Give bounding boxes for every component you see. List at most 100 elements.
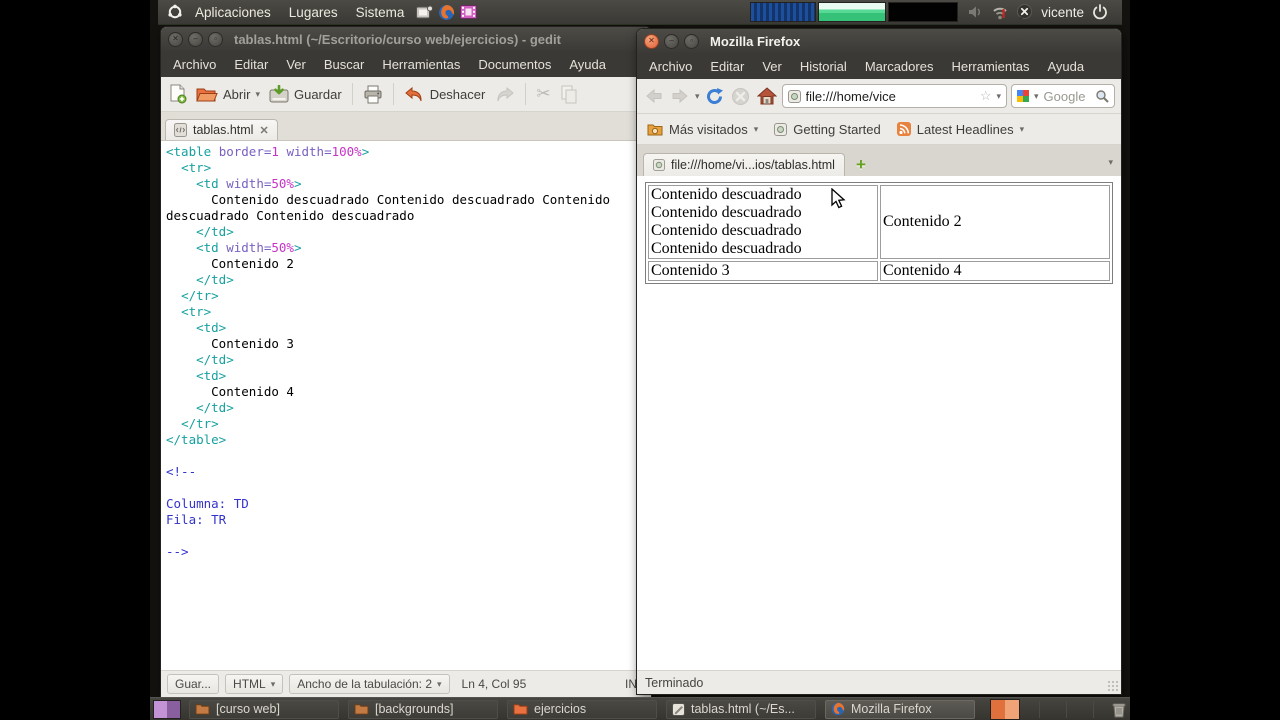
tab-close-icon[interactable]: ✕	[259, 124, 268, 137]
rss-icon	[896, 122, 911, 136]
bookmark-page-icon	[774, 122, 788, 136]
open-caret-icon[interactable]: ▾	[255, 89, 260, 100]
bookmark-getting-started[interactable]: Getting Started	[774, 122, 881, 137]
toolbar-separator	[351, 83, 353, 105]
bookmark-caret-icon: ▾	[1019, 123, 1025, 134]
bookmarks-toolbar: Más visitados ▾ Getting Started Latest H…	[637, 114, 1121, 145]
firefox-tab-label: file:///home/vi...ios/tablas.html	[671, 158, 835, 172]
gedit-titlebar[interactable]: ✕ – ▫ tablas.html (~/Escritorio/curso we…	[161, 27, 651, 51]
gedit-menu-documentos[interactable]: Documentos	[469, 54, 560, 75]
taskbar-item-backgrounds[interactable]: [backgrounds]	[348, 699, 498, 719]
gedit-tab-label: tablas.html	[193, 123, 254, 137]
menu-sistema[interactable]: Sistema	[347, 3, 414, 22]
taskbar-item-ejercicios[interactable]: ejercicios	[507, 699, 657, 719]
stop-button[interactable]	[730, 85, 752, 107]
google-logo-icon	[1017, 90, 1029, 102]
highlight-mode-selector[interactable]: HTML ▾	[225, 674, 284, 694]
taskbar-item-curso-web[interactable]: [curso web]	[189, 699, 339, 719]
document-icon	[174, 123, 187, 137]
search-placeholder[interactable]: Google	[1044, 89, 1090, 104]
gedit-doc-icon	[672, 702, 685, 716]
new-document-button[interactable]	[166, 82, 190, 106]
code-line: </tr>	[181, 416, 219, 431]
firefox-maximize-button[interactable]: ▫	[684, 33, 699, 49]
menu-lugares[interactable]: Lugares	[280, 3, 347, 22]
firefox-minimize-button[interactable]: –	[664, 33, 679, 49]
firefox-launcher-icon[interactable]	[437, 3, 455, 21]
network-signal-icon[interactable]	[991, 5, 1009, 20]
gedit-menu-editar[interactable]: Editar	[225, 54, 277, 75]
undo-icon	[404, 86, 425, 103]
cell-text: Contenido descuadrado	[651, 240, 802, 257]
back-button[interactable]	[643, 85, 665, 107]
undo-button[interactable]: Deshacer	[401, 84, 489, 105]
gedit-menu-herramientas[interactable]: Herramientas	[373, 54, 469, 75]
movie-player-icon[interactable]	[459, 3, 477, 21]
firefox-close-button[interactable]: ✕	[644, 33, 659, 49]
window-applet[interactable]	[990, 698, 1020, 720]
gedit-tab-tablas[interactable]: tablas.html ✕	[165, 119, 278, 140]
memory-monitor-applet[interactable]	[888, 2, 959, 22]
gedit-close-button[interactable]: ✕	[168, 31, 183, 47]
network-monitor-applet[interactable]	[750, 2, 817, 22]
taskbar-item-firefox[interactable]: Mozilla Firefox	[825, 699, 975, 719]
code-line: <tr>	[181, 160, 212, 175]
gedit-menu-archivo[interactable]: Archivo	[164, 54, 225, 75]
username-menu[interactable]: vicente	[1041, 5, 1084, 20]
magnifier-icon[interactable]	[1095, 89, 1109, 103]
firefox-tab-tablas[interactable]: file:///home/vi...ios/tablas.html	[643, 153, 845, 176]
ff-menu-ayuda[interactable]: Ayuda	[1038, 56, 1093, 77]
workspace-switcher[interactable]	[153, 699, 181, 719]
ff-menu-ver[interactable]: Ver	[753, 56, 791, 77]
tab-list-caret-icon[interactable]: ▾	[1108, 157, 1113, 168]
url-text[interactable]: file:///home/vice	[806, 89, 975, 104]
firefox-navbar: ▾ file:///home/vice ☆ ▾ ▾ Google	[637, 79, 1121, 114]
code-line: Fila: TR	[166, 512, 227, 527]
bookmark-latest-headlines[interactable]: Latest Headlines ▾	[896, 122, 1025, 137]
reload-button[interactable]	[704, 85, 726, 107]
print-button[interactable]	[360, 83, 386, 106]
taskbar-item-gedit[interactable]: tablas.html (~/Es...	[666, 699, 816, 719]
save-button[interactable]: Guardar	[266, 83, 345, 106]
ff-menu-marcadores[interactable]: Marcadores	[856, 56, 943, 77]
redo-button[interactable]	[491, 84, 518, 105]
trash-icon[interactable]	[1111, 701, 1127, 718]
tab-width-label: Ancho de la tabulación: 2	[297, 677, 432, 691]
search-engine-caret-icon[interactable]: ▾	[1034, 91, 1039, 102]
url-bar[interactable]: file:///home/vice ☆ ▾	[781, 84, 1007, 108]
copy-button[interactable]	[557, 83, 581, 106]
screen-recorder-icon[interactable]	[415, 3, 433, 21]
gedit-menu-ver[interactable]: Ver	[277, 54, 315, 75]
toolbar-separator	[525, 83, 527, 105]
ubuntu-logo-icon[interactable]	[166, 3, 184, 21]
ff-menu-herramientas[interactable]: Herramientas	[942, 56, 1038, 77]
url-caret-icon[interactable]: ▾	[996, 91, 1001, 102]
history-caret-icon[interactable]: ▾	[695, 91, 700, 102]
gedit-menu-buscar[interactable]: Buscar	[315, 54, 373, 75]
taskbar-separator	[1039, 700, 1040, 718]
gedit-maximize-button[interactable]: ▫	[208, 31, 223, 47]
cut-button[interactable]: ✂	[533, 82, 553, 106]
gedit-minimize-button[interactable]: –	[188, 31, 203, 47]
search-bar[interactable]: ▾ Google	[1011, 84, 1115, 108]
firefox-titlebar[interactable]: ✕ – ▫ Mozilla Firefox	[637, 29, 1121, 53]
power-icon[interactable]	[1092, 4, 1108, 20]
ff-menu-archivo[interactable]: Archivo	[640, 56, 701, 77]
ff-menu-historial[interactable]: Historial	[791, 56, 856, 77]
cpu-monitor-applet[interactable]	[818, 2, 887, 22]
volume-icon[interactable]	[968, 5, 984, 19]
home-button[interactable]	[756, 85, 778, 107]
messaging-indicator-icon[interactable]	[1016, 4, 1033, 20]
folder-icon	[195, 703, 210, 715]
forward-button[interactable]	[669, 85, 691, 107]
bookmark-mas-visitados[interactable]: Más visitados ▾	[647, 122, 758, 137]
code-area[interactable]: <table border=1 width=100%> <tr> <td wid…	[161, 141, 651, 670]
new-tab-button[interactable]: +	[851, 155, 871, 173]
tab-width-selector[interactable]: Ancho de la tabulación: 2 ▾	[289, 674, 450, 694]
open-button[interactable]: Abrir ▾	[193, 83, 263, 105]
bookmark-star-icon[interactable]: ☆	[980, 88, 992, 104]
resize-grip[interactable]	[1107, 680, 1119, 692]
menu-aplicaciones[interactable]: Aplicaciones	[186, 3, 280, 22]
ff-menu-editar[interactable]: Editar	[701, 56, 753, 77]
gedit-menu-ayuda[interactable]: Ayuda	[560, 54, 615, 75]
